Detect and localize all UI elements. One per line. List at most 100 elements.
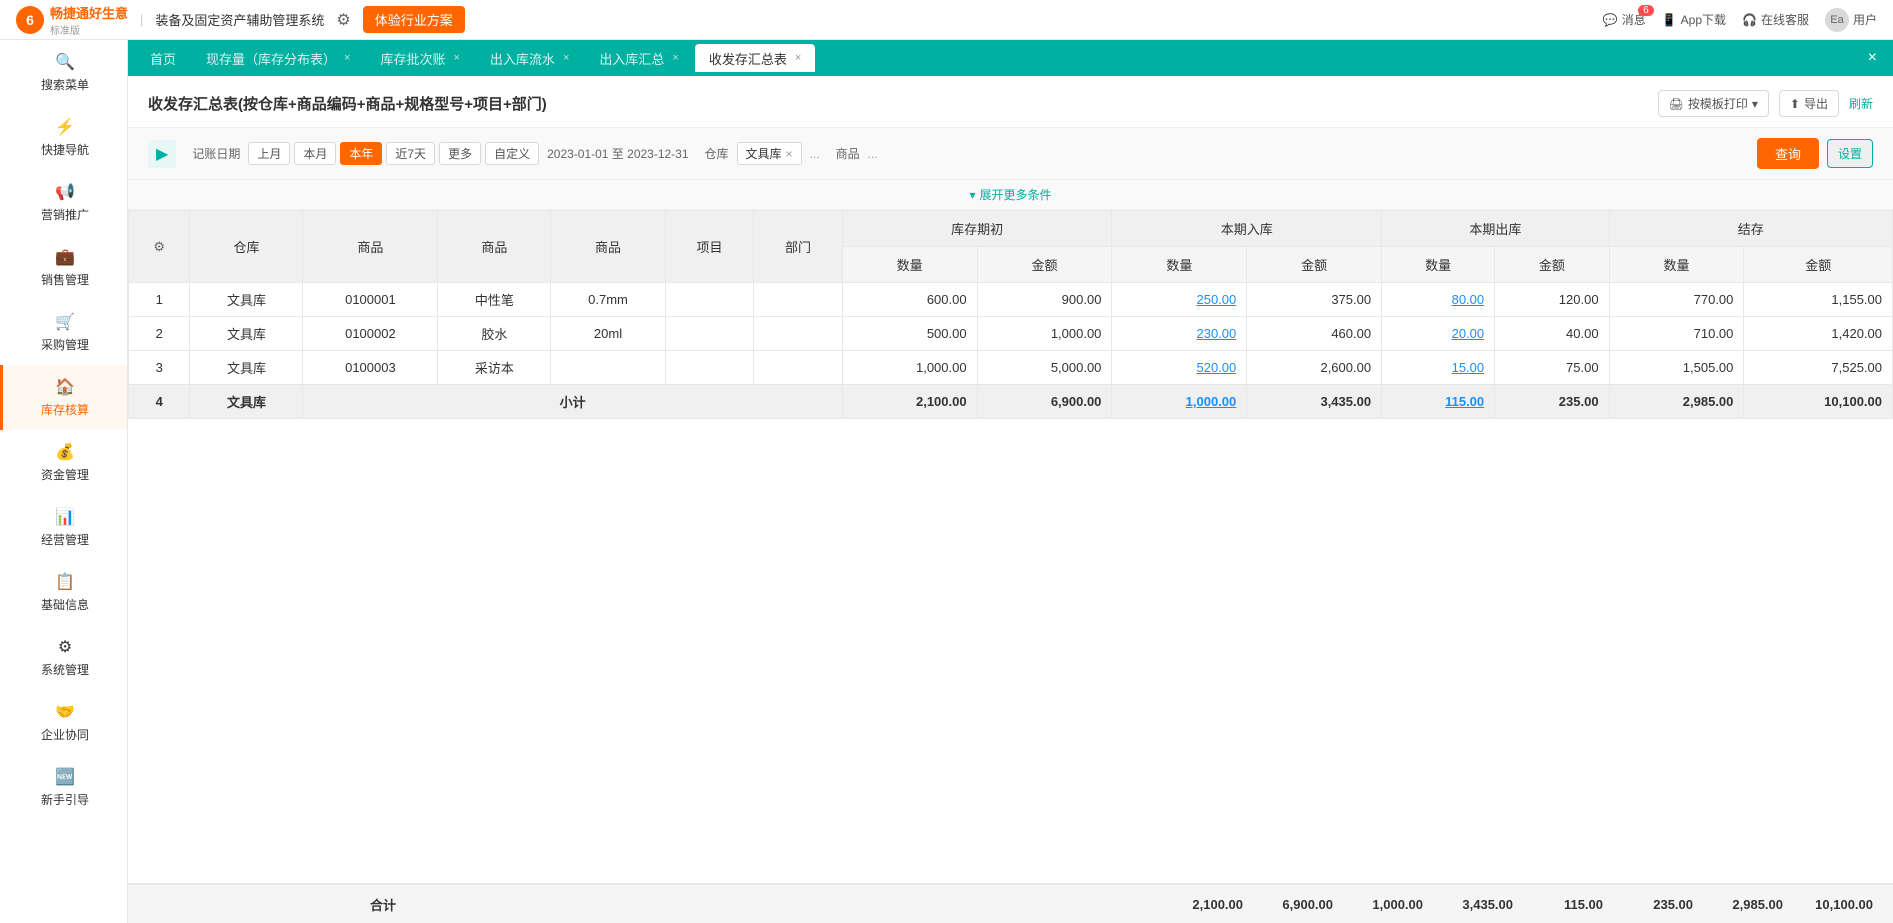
row2-dept	[754, 317, 843, 351]
warehouse-filter-label: 仓库	[705, 145, 729, 162]
tab-inventory-dist[interactable]: 现存量（库存分布表） ×	[192, 44, 364, 72]
enterprise-icon: 🤝	[55, 702, 75, 722]
warehouse-more-btn[interactable]: ...	[810, 147, 820, 161]
sidebar-label-operations: 经营管理	[41, 531, 89, 548]
tab-home[interactable]: 首页	[136, 44, 190, 72]
sidebar-label-inventory: 库存核算	[41, 401, 89, 418]
sidebar-item-sales[interactable]: 💼 销售管理	[0, 235, 127, 300]
date-range-display: 2023-01-01 至 2023-12-31	[547, 145, 688, 162]
sidebar-item-system[interactable]: ⚙ 系统管理	[0, 625, 127, 690]
row3-in-amt: 2,600.00	[1247, 351, 1382, 385]
row2-out-qty-link[interactable]: 20.00	[1452, 326, 1485, 341]
sidebar-item-enterprise[interactable]: 🤝 企业协同	[0, 690, 127, 755]
th-settings[interactable]: ⚙	[129, 211, 190, 283]
sidebar-item-quick-nav[interactable]: ⚡ 快捷导航	[0, 105, 127, 170]
tab-in-out-summary[interactable]: 出入库汇总 ×	[585, 44, 692, 72]
total-open-qty: 2,100.00	[1163, 897, 1253, 912]
sidebar-item-finance[interactable]: 💰 资金管理	[0, 430, 127, 495]
tab-inventory-dist-close[interactable]: ×	[344, 52, 350, 64]
sidebar-item-marketing[interactable]: 📢 营销推广	[0, 170, 127, 235]
row2-spec: 20ml	[551, 317, 665, 351]
page-actions: 🖨 按模板打印 ▾ ⬆ 导出 刷新	[1658, 90, 1873, 117]
sidebar-label-quick-nav: 快捷导航	[41, 141, 89, 158]
row2-open-amt: 1,000.00	[977, 317, 1112, 351]
tab-batch-account[interactable]: 库存批次账 ×	[366, 44, 473, 72]
setting-button[interactable]: 设置	[1827, 139, 1873, 168]
guide-icon: 🆕	[55, 767, 75, 787]
sidebar-label-basic-info: 基础信息	[41, 596, 89, 613]
tab-in-out-flow[interactable]: 出入库流水 ×	[476, 44, 583, 72]
subtotal-label: 小计	[303, 385, 842, 419]
sidebar-item-guide[interactable]: 🆕 新手引导	[0, 755, 127, 820]
warehouse-tag-remove[interactable]: ×	[786, 147, 793, 161]
subtotal-seq: 4	[129, 385, 190, 419]
th-open-amt: 金额	[977, 247, 1112, 283]
online-service-item[interactable]: 🎧 在线客服	[1742, 11, 1809, 28]
row2-in-qty-link[interactable]: 230.00	[1196, 326, 1236, 341]
th-code: 商品	[303, 211, 438, 283]
row1-seq: 1	[129, 283, 190, 317]
sidebar-item-basic-info[interactable]: 📋 基础信息	[0, 560, 127, 625]
expand-label: 展开更多条件	[980, 186, 1052, 203]
tab-bar-close-all[interactable]: ×	[1860, 49, 1885, 67]
sidebar-item-operations[interactable]: 📊 经营管理	[0, 495, 127, 560]
print-button[interactable]: 🖨 按模板打印 ▾	[1658, 90, 1769, 117]
expand-conditions-button[interactable]: ▾ 展开更多条件	[969, 186, 1051, 203]
app-download-item[interactable]: 📱 App下载	[1662, 11, 1726, 28]
date-btn-last-month[interactable]: 上月	[248, 142, 290, 165]
row1-in-qty-link[interactable]: 250.00	[1196, 292, 1236, 307]
print-icon: 🖨	[1669, 97, 1684, 111]
system-title: 装备及固定资产辅助管理系统	[155, 10, 324, 29]
row3-in-qty[interactable]: 520.00	[1112, 351, 1247, 385]
row3-bal-amt: 7,525.00	[1744, 351, 1893, 385]
expand-icon: ▾	[969, 188, 975, 202]
query-button[interactable]: 查询	[1757, 138, 1819, 169]
tab-stock-summary-close[interactable]: ×	[795, 52, 801, 64]
warehouse-tag[interactable]: 文具库 ×	[737, 142, 802, 165]
date-btn-this-year[interactable]: 本年	[340, 142, 382, 165]
subtotal-out-qty-link[interactable]: 115.00	[1445, 394, 1484, 409]
export-button[interactable]: ⬆ 导出	[1779, 90, 1839, 117]
row1-code: 0100001	[303, 283, 438, 317]
date-filter-section: 记账日期 上月 本月 本年 近7天 更多 自定义 2023-01-01 至 20…	[192, 142, 688, 165]
row1-out-qty[interactable]: 80.00	[1382, 283, 1495, 317]
date-btn-this-month[interactable]: 本月	[294, 142, 336, 165]
brand-name: 畅捷通好生意	[50, 3, 128, 22]
sidebar-item-inventory[interactable]: 🏠 库存核算	[0, 365, 127, 430]
sidebar-item-purchase[interactable]: 🛒 采购管理	[0, 300, 127, 365]
row1-dept	[754, 283, 843, 317]
row3-code: 0100003	[303, 351, 438, 385]
table-row: 2 文具库 0100002 胶水 20ml 500.00 1,000.00 23…	[129, 317, 1893, 351]
date-btn-7days[interactable]: 近7天	[386, 142, 435, 165]
print-dropdown-icon: ▾	[1752, 97, 1758, 111]
row1-in-qty[interactable]: 250.00	[1112, 283, 1247, 317]
date-btn-custom[interactable]: 自定义	[485, 142, 539, 165]
row1-out-qty-link[interactable]: 80.00	[1452, 292, 1485, 307]
row3-out-qty[interactable]: 15.00	[1382, 351, 1495, 385]
user-item[interactable]: Ea 用户	[1825, 8, 1877, 32]
sidebar-item-search[interactable]: 🔍 搜索菜单	[0, 40, 127, 105]
tab-stock-summary-label: 收发存汇总表	[709, 49, 787, 68]
subtotal-in-qty-link[interactable]: 1,000.00	[1186, 394, 1237, 409]
row1-bal-qty: 770.00	[1609, 283, 1744, 317]
tab-stock-summary[interactable]: 收发存汇总表 ×	[695, 44, 815, 72]
tab-in-out-flow-close[interactable]: ×	[563, 52, 569, 64]
row2-in-qty[interactable]: 230.00	[1112, 317, 1247, 351]
refresh-button[interactable]: 刷新	[1849, 95, 1873, 112]
export-label: 导出	[1804, 95, 1828, 112]
row3-out-qty-link[interactable]: 15.00	[1452, 360, 1485, 375]
row2-out-qty[interactable]: 20.00	[1382, 317, 1495, 351]
tab-batch-account-close[interactable]: ×	[453, 52, 459, 64]
marketing-icon: 📢	[55, 182, 75, 202]
trial-button[interactable]: 体验行业方案	[363, 6, 465, 33]
notification-item[interactable]: 💬 消息 6	[1603, 11, 1646, 28]
goods-more-btn[interactable]: ...	[868, 147, 878, 161]
row3-project	[665, 351, 754, 385]
gear-icon[interactable]: ⚙	[336, 10, 350, 30]
row3-in-qty-link[interactable]: 520.00	[1196, 360, 1236, 375]
filter-toggle-button[interactable]: ▶	[148, 140, 176, 168]
inventory-icon: 🏠	[55, 377, 75, 397]
sidebar-label-system: 系统管理	[41, 661, 89, 678]
tab-in-out-summary-close[interactable]: ×	[672, 52, 678, 64]
date-btn-more[interactable]: 更多	[439, 142, 481, 165]
